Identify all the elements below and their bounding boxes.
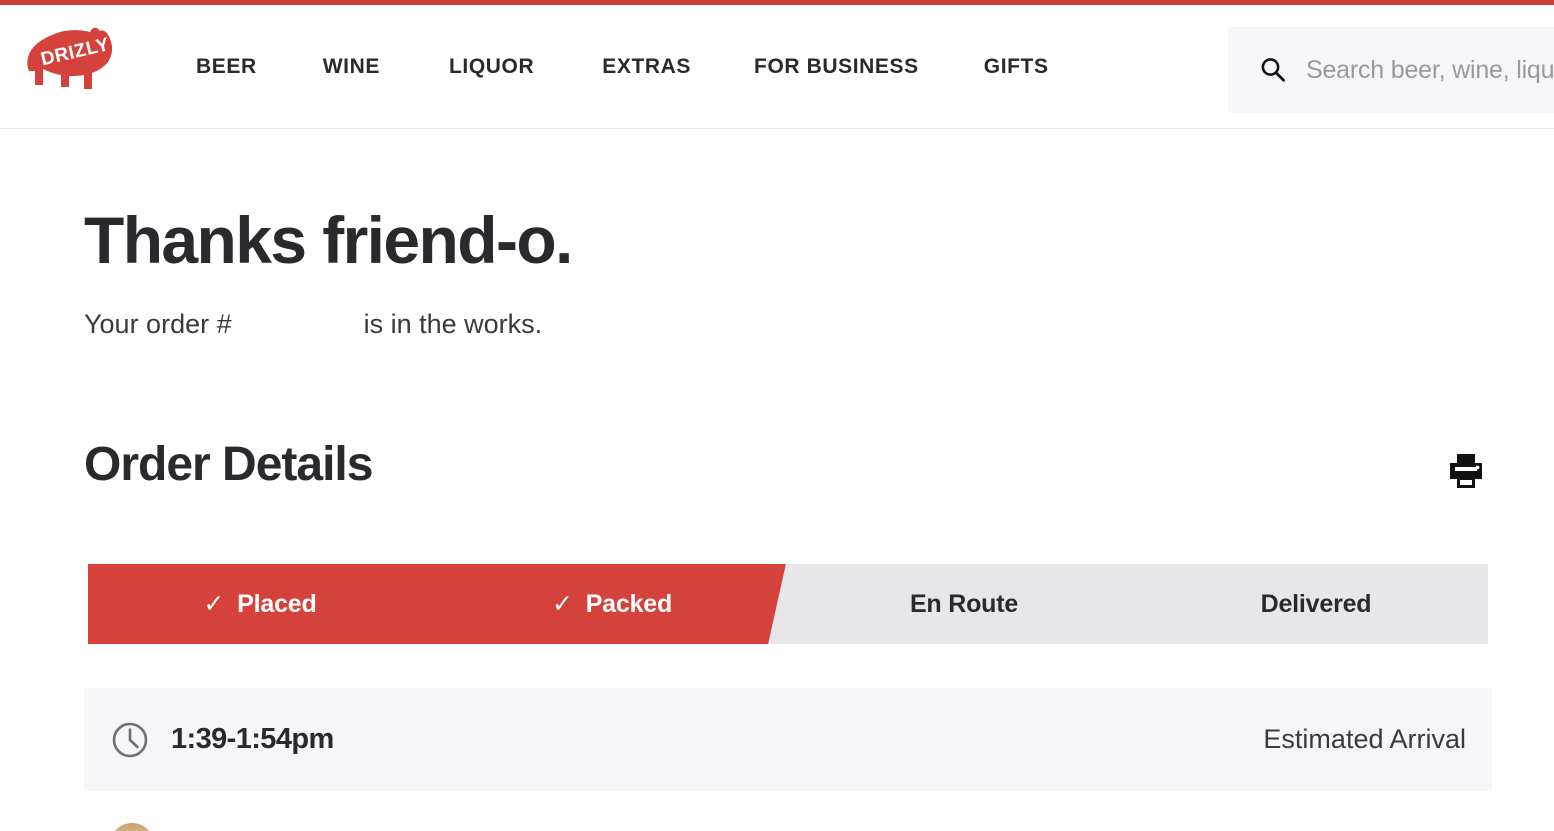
step-delivered[interactable]: Delivered	[1120, 564, 1512, 644]
search-input-placeholder[interactable]: Search beer, wine, liqu	[1306, 56, 1554, 85]
page-headline: Thanks friend-o.	[84, 203, 573, 277]
step-placed-text: Placed	[237, 589, 317, 618]
drizly-logo[interactable]: DRIZLY	[22, 17, 122, 97]
step-packed-text: Packed	[585, 589, 673, 618]
nav-item-for-business[interactable]: FOR BUSINESS	[754, 56, 919, 77]
check-icon: ✓	[551, 589, 573, 618]
main-navigation: BEER WINE LIQUOR EXTRAS FOR BUSINESS GIF…	[196, 5, 1049, 128]
nav-item-liquor[interactable]: LIQUOR	[449, 56, 534, 77]
arrival-time-group: 1:39-1:54pm	[110, 720, 334, 760]
bear-logo-icon: DRIZLY	[27, 27, 113, 89]
estimated-arrival-panel: 1:39-1:54pm Estimated Arrival	[84, 688, 1492, 791]
nav-item-gifts[interactable]: GIFTS	[984, 56, 1049, 77]
nav-item-wine[interactable]: WINE	[323, 56, 380, 77]
search-icon	[1261, 58, 1285, 82]
step-packed[interactable]: ✓ Packed	[416, 564, 808, 644]
step-placed[interactable]: ✓ Placed	[64, 564, 436, 644]
search-box[interactable]: Search beer, wine, liqu	[1228, 27, 1554, 113]
product-bottle-image	[110, 823, 154, 831]
subline-prefix: Your order #	[84, 309, 232, 339]
printer-icon	[1450, 454, 1482, 488]
order-status-subline: Your order # is in the works.	[84, 311, 542, 338]
step-en-route[interactable]: En Route	[768, 564, 1160, 644]
site-header: DRIZLY BEER WINE LIQUOR EXTRAS FOR BUSIN…	[0, 5, 1554, 129]
step-packed-label: ✓ Packed	[551, 589, 673, 618]
arrival-label: Estimated Arrival	[1263, 724, 1466, 754]
print-button[interactable]	[1444, 449, 1488, 493]
nav-item-beer[interactable]: BEER	[196, 56, 257, 77]
check-icon: ✓	[203, 589, 225, 618]
order-progress-steps: ✓ Placed ✓ Packed En Route Delivered	[64, 564, 1512, 644]
step-placed-label: ✓ Placed	[203, 589, 317, 618]
clock-icon	[112, 722, 148, 757]
arrival-time-value: 1:39-1:54pm	[171, 723, 334, 755]
step-en-route-label: En Route	[909, 589, 1019, 618]
steps-right-cap	[1488, 564, 1512, 644]
nav-item-extras[interactable]: EXTRAS	[602, 56, 691, 77]
order-confirmation-page: Thanks friend-o. Your order # is in the w…	[0, 129, 1554, 831]
steps-left-cap	[64, 564, 88, 644]
section-title-order-details: Order Details	[84, 438, 373, 491]
order-item-thumbnail-peek	[110, 823, 154, 831]
step-delivered-label: Delivered	[1260, 589, 1372, 618]
subline-suffix: is in the works.	[363, 309, 543, 339]
